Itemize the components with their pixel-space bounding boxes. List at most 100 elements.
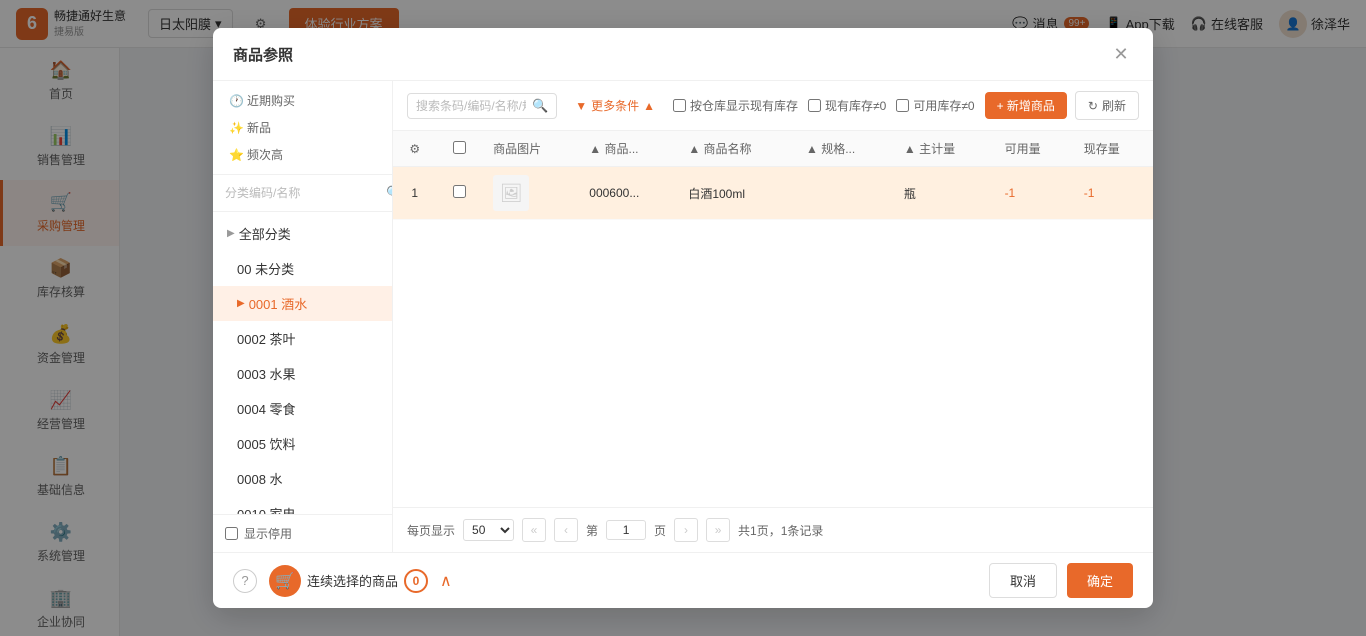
page-number-input[interactable] [606,520,646,540]
new-icon: ✨ [229,121,244,135]
category-footer: 显示停用 [213,514,392,552]
water-label: 0008 水 [237,469,283,488]
footer-buttons: 取消 确定 [989,563,1133,598]
clock-icon: 🕐 [229,94,244,108]
per-page-select[interactable]: 50 100 200 [463,519,514,541]
product-spec-cell [796,167,894,220]
usable-stock-checkbox-area[interactable]: 可用库存≠0 [896,97,974,114]
close-icon[interactable]: ✕ [1109,42,1133,66]
category-search-area: 🔍 [213,175,392,212]
category-item-water[interactable]: 0008 水 [213,461,392,496]
search-icon[interactable]: 🔍 [532,98,548,114]
row-checkbox [436,167,483,220]
category-list: ▶ 全部分类 00 未分类 ▶ 0001 酒水 0002 茶叶 0003 水果 [213,212,392,514]
category-search-input[interactable] [225,186,380,200]
expand-icon[interactable]: ∧ [440,571,452,591]
col-checkbox [436,131,483,167]
row-num: 1 [393,167,436,220]
category-high-frequency[interactable]: ⭐ 频次高 [223,143,382,166]
category-search-icon[interactable]: 🔍 [386,185,393,201]
col-spec: ▲ 规格... [796,131,894,167]
refresh-button[interactable]: ↻ 刷新 [1075,91,1139,120]
per-page-label: 每页显示 [407,522,455,539]
cart-area[interactable]: 🛒 连续选择的商品 0 [269,565,428,597]
uncategorized-label: 00 未分类 [237,259,294,278]
page-label: 第 [586,522,598,539]
freq-label: 频次高 [247,146,283,163]
category-item-all[interactable]: ▶ 全部分类 [213,216,392,251]
search-toolbar: 🔍 ▼ 更多条件 ▲ 按仓库显示现有库存 现有库存≠0 [393,81,1153,131]
category-item-fruit[interactable]: 0003 水果 [213,356,392,391]
category-item-appliance[interactable]: 0010 家电 [213,496,392,514]
filter-label: 更多条件 [591,97,639,114]
first-page-button[interactable]: « [522,518,546,542]
modal-overlay[interactable]: 商品参照 ✕ 🕐 近期购买 ✨ 新品 ⭐ [0,0,1366,636]
category-recent-purchases[interactable]: 🕐 近期购买 [223,89,382,112]
chevron-up-icon: ▲ [643,99,655,113]
warehouse-stock-checkbox[interactable] [673,99,686,112]
recent-label: 近期购买 [247,92,295,109]
refresh-icon: ↻ [1088,99,1098,113]
table-row[interactable]: 1 🖼 000600... 白酒100ml 瓶 [393,167,1153,220]
cart-icon: 🛒 [269,565,301,597]
snack-label: 0004 零食 [237,399,296,418]
product-reference-modal: 商品参照 ✕ 🕐 近期购买 ✨ 新品 ⭐ [213,28,1153,608]
last-page-button[interactable]: » [706,518,730,542]
cart-count-badge: 0 [404,569,428,593]
product-available-cell: -1 [995,167,1074,220]
category-item-uncategorized[interactable]: 00 未分类 [213,251,392,286]
available-stock-checkbox-area[interactable]: 现有库存≠0 [808,97,886,114]
product-unit-cell: 瓶 [894,167,995,220]
warehouse-stock-label: 按仓库显示现有库存 [690,97,798,114]
filter-icon: ▼ [575,99,587,113]
tea-label: 0002 茶叶 [237,329,296,348]
appliance-label: 0010 家电 [237,504,296,514]
beverage-label: 0005 饮料 [237,434,296,453]
col-image: 商品图片 [483,131,579,167]
new-product-button[interactable]: + 新增商品 [985,92,1067,119]
product-name-cell: 白酒100ml [678,167,796,220]
refresh-label: 刷新 [1102,97,1126,114]
toolbar-right: + 新增商品 ↻ 刷新 [985,91,1139,120]
help-icon[interactable]: ? [233,569,257,593]
col-unit: ▲ 主计量 [894,131,995,167]
cancel-button[interactable]: 取消 [989,563,1057,598]
usable-stock-checkbox[interactable] [896,99,909,112]
product-stock-cell: -1 [1074,167,1153,220]
new-label: 新品 [247,119,271,136]
category-item-tea[interactable]: 0002 茶叶 [213,321,392,356]
select-all-checkbox[interactable] [453,141,466,154]
show-disabled-label: 显示停用 [244,525,292,542]
all-category-label: 全部分类 [239,224,291,243]
confirm-button[interactable]: 确定 [1067,563,1133,598]
next-page-button[interactable]: › [674,518,698,542]
warehouse-stock-checkbox-area[interactable]: 按仓库显示现有库存 [673,97,798,114]
col-settings: ⚙ [393,131,436,167]
liquor-arrow: ▶ [237,298,245,309]
category-panel: 🕐 近期购买 ✨ 新品 ⭐ 频次高 🔍 [213,81,393,552]
category-item-liquor[interactable]: ▶ 0001 酒水 [213,286,392,321]
star-icon: ⭐ [229,148,244,162]
available-stock-label: 现有库存≠0 [825,97,886,114]
available-stock-checkbox[interactable] [808,99,821,112]
category-new-products[interactable]: ✨ 新品 [223,116,382,139]
modal-body: 🕐 近期购买 ✨ 新品 ⭐ 频次高 🔍 [213,81,1153,552]
category-item-beverage[interactable]: 0005 饮料 [213,426,392,461]
product-thumbnail: 🖼 [493,175,529,211]
category-item-snack[interactable]: 0004 零食 [213,391,392,426]
col-code: ▲ 商品... [579,131,678,167]
page-info: 共1页，1条记录 [738,522,823,539]
all-category-arrow: ▶ [227,228,235,239]
prev-page-button[interactable]: ‹ [554,518,578,542]
product-code-cell: 000600... [579,167,678,220]
filter-button[interactable]: ▼ 更多条件 ▲ [567,93,663,118]
product-table-area: ⚙ 商品图片 ▲ 商品... ▲ 商品名称 ▲ 规格.. [393,131,1153,507]
usable-stock-label: 可用库存≠0 [913,97,974,114]
product-search-box: 🔍 [407,93,557,119]
row-select-checkbox[interactable] [453,185,466,198]
show-disabled-checkbox[interactable] [225,527,238,540]
col-available: 可用量 [995,131,1074,167]
content-panel: 🔍 ▼ 更多条件 ▲ 按仓库显示现有库存 现有库存≠0 [393,81,1153,552]
product-search-input[interactable] [416,99,526,113]
page-unit-label: 页 [654,522,666,539]
